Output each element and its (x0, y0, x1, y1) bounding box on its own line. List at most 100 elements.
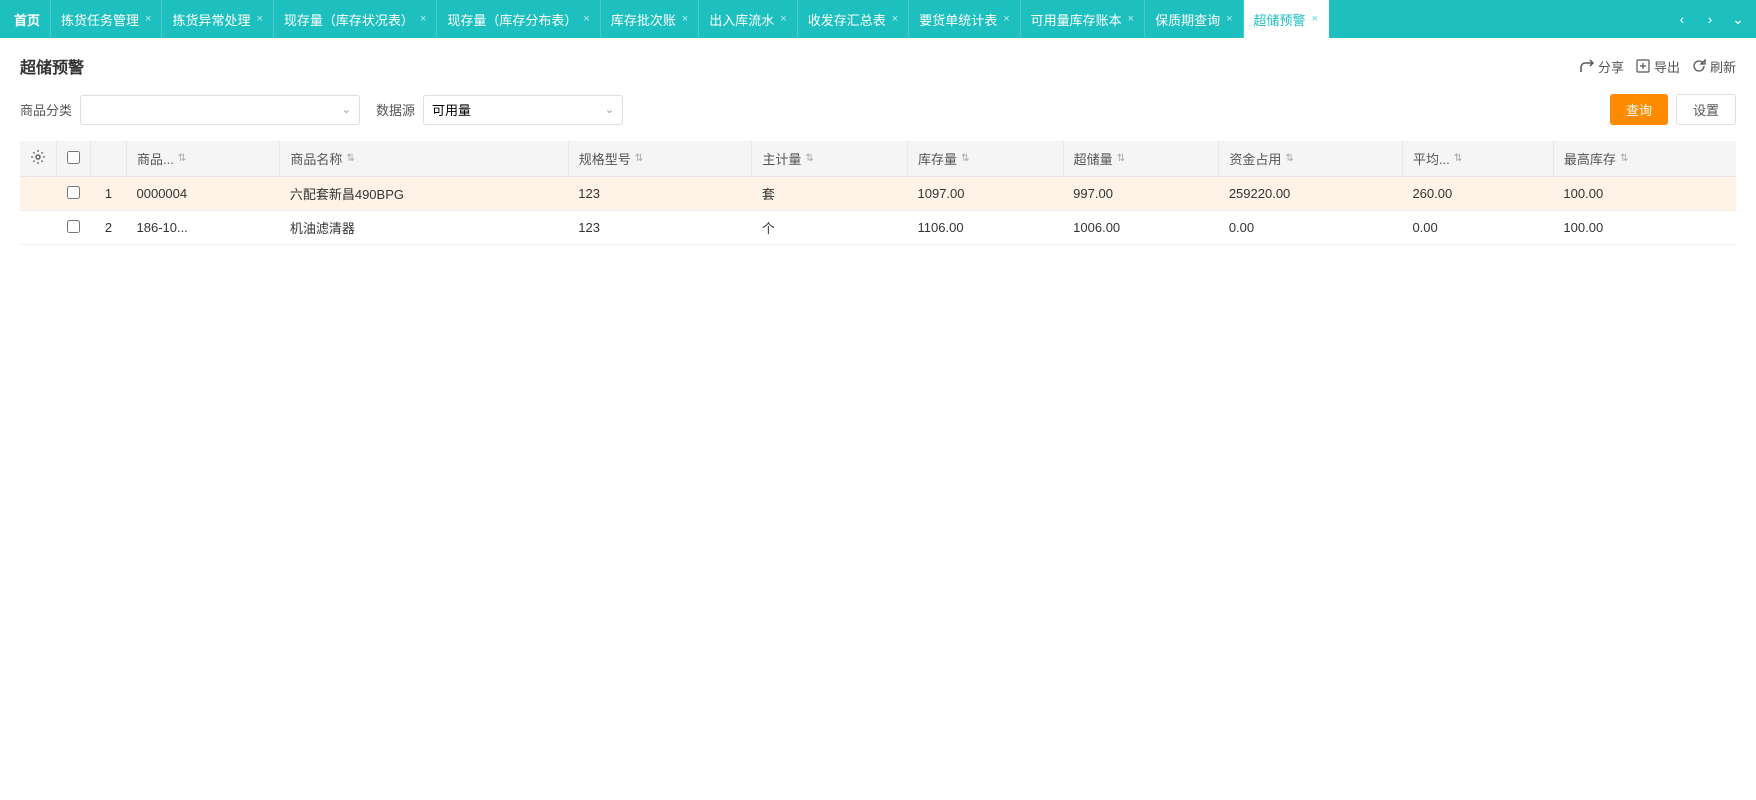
col-capital[interactable]: 资金占用 ⇅ (1219, 141, 1403, 177)
row-product-name: 机油滤清器 (280, 211, 568, 245)
col-spec[interactable]: 规格型号 ⇅ (568, 141, 752, 177)
nav-item-3-label: 现存量（库存状况表） (284, 10, 414, 29)
nav-close-8[interactable]: × (1003, 13, 1009, 25)
nav-close-4[interactable]: × (583, 13, 589, 25)
sort-average-icon: ⇅ (1454, 153, 1462, 164)
header-actions: 分享 导出 刷新 (1580, 57, 1736, 76)
col-checkbox-header[interactable] (57, 141, 91, 177)
col-capital-label: 资金占用 (1229, 149, 1281, 168)
col-product-code-label: 商品... (137, 149, 174, 168)
table-row: 1 0000004 六配套新昌490BPG 123 套 1097.00 997.… (20, 177, 1736, 211)
table-header-row: 商品... ⇅ 商品名称 ⇅ 规格型号 ⇅ (20, 141, 1736, 177)
export-icon (1636, 59, 1650, 73)
nav-close-3[interactable]: × (420, 13, 426, 25)
col-maxstock-label: 最高库存 (1564, 149, 1616, 168)
nav-home[interactable]: 首页 (4, 0, 51, 38)
nav-close-1[interactable]: × (145, 13, 151, 25)
query-button[interactable]: 查询 (1610, 94, 1668, 125)
row-checkbox-cell[interactable] (57, 211, 91, 245)
nav-item-4[interactable]: 现存量（库存分布表） × (437, 0, 600, 38)
row-stock: 1106.00 (908, 211, 1064, 245)
nav-close-7[interactable]: × (892, 13, 898, 25)
nav-item-3[interactable]: 现存量（库存状况表） × (274, 0, 437, 38)
nav-close-9[interactable]: × (1128, 13, 1134, 25)
export-button[interactable]: 导出 (1636, 57, 1680, 76)
sort-maxstock-icon: ⇅ (1620, 153, 1628, 164)
nav-close-5[interactable]: × (682, 13, 688, 25)
row-maxstock: 100.00 (1553, 211, 1736, 245)
top-nav: 首页 拣货任务管理 × 拣货异常处理 × 现存量（库存状况表） × 现存量（库存… (0, 0, 1756, 38)
nav-item-4-label: 现存量（库存分布表） (447, 10, 577, 29)
row-product-name: 六配套新昌490BPG (280, 177, 568, 211)
nav-item-9[interactable]: 可用量库存账本 × (1021, 0, 1145, 38)
settings-button[interactable]: 设置 (1676, 94, 1736, 125)
col-product-code[interactable]: 商品... ⇅ (127, 141, 280, 177)
row-num: 2 (91, 211, 127, 245)
share-button[interactable]: 分享 (1580, 57, 1624, 76)
nav-item-1[interactable]: 拣货任务管理 × (51, 0, 162, 38)
nav-item-6[interactable]: 出入库流水 × (699, 0, 797, 38)
table-body: 1 0000004 六配套新昌490BPG 123 套 1097.00 997.… (20, 177, 1736, 245)
row-product-code: 186-10... (127, 211, 280, 245)
page-header: 超储预警 分享 导出 刷新 (20, 54, 1736, 78)
col-stock[interactable]: 库存量 ⇅ (908, 141, 1064, 177)
table-row: 2 186-10... 机油滤清器 123 个 1106.00 1006.00 … (20, 211, 1736, 245)
row-maxstock: 100.00 (1553, 177, 1736, 211)
filter-group-category: 商品分类 ⌄ (20, 95, 360, 125)
datasource-chevron-icon: ⌄ (605, 103, 614, 116)
nav-next-btn[interactable]: › (1696, 0, 1724, 38)
nav-close-2[interactable]: × (256, 13, 262, 25)
nav-close-10[interactable]: × (1226, 13, 1232, 25)
row-checkbox[interactable] (67, 220, 80, 233)
filter-row: 商品分类 ⌄ 数据源 可用量 ⌄ 查询 设置 (20, 94, 1736, 125)
datasource-select[interactable]: 可用量 ⌄ (423, 95, 623, 125)
nav-item-7-label: 收发存汇总表 (808, 10, 886, 29)
datasource-select-value: 可用量 (432, 100, 471, 119)
nav-close-11[interactable]: × (1312, 13, 1318, 25)
share-icon (1580, 59, 1594, 73)
nav-item-8[interactable]: 要货单统计表 × (909, 0, 1020, 38)
col-unit[interactable]: 主计量 ⇅ (752, 141, 908, 177)
nav-item-5[interactable]: 库存批次账 × (601, 0, 699, 38)
row-settings-cell (20, 211, 57, 245)
nav-prev-btn[interactable]: ‹ (1668, 0, 1696, 38)
col-maxstock[interactable]: 最高库存 ⇅ (1553, 141, 1736, 177)
row-product-code: 0000004 (127, 177, 280, 211)
column-settings-icon (30, 149, 46, 165)
row-checkbox-cell[interactable] (57, 177, 91, 211)
nav-item-active[interactable]: 超储预警 × (1244, 0, 1329, 38)
nav-item-7[interactable]: 收发存汇总表 × (798, 0, 909, 38)
nav-item-8-label: 要货单统计表 (919, 10, 997, 29)
filter-actions: 查询 设置 (1610, 94, 1736, 125)
row-capital: 0.00 (1219, 211, 1403, 245)
row-unit: 个 (752, 211, 908, 245)
col-overstock-label: 超储量 (1074, 149, 1113, 168)
col-stock-label: 库存量 (918, 149, 957, 168)
row-settings-cell (20, 177, 57, 211)
refresh-button[interactable]: 刷新 (1692, 57, 1736, 76)
nav-item-2[interactable]: 拣货异常处理 × (162, 0, 273, 38)
col-product-name[interactable]: 商品名称 ⇅ (280, 141, 568, 177)
sort-overstock-icon: ⇅ (1117, 153, 1125, 164)
category-label: 商品分类 (20, 100, 72, 119)
nav-arrows: ‹ › ⌄ (1668, 0, 1752, 38)
col-settings[interactable] (20, 141, 57, 177)
nav-home-label: 首页 (14, 10, 40, 29)
row-average: 260.00 (1402, 177, 1553, 211)
category-select[interactable]: ⌄ (80, 95, 360, 125)
nav-menu-btn[interactable]: ⌄ (1724, 0, 1752, 38)
sort-spec-icon: ⇅ (635, 153, 643, 164)
select-all-checkbox[interactable] (67, 151, 80, 164)
row-checkbox[interactable] (67, 186, 80, 199)
nav-item-10[interactable]: 保质期查询 × (1145, 0, 1243, 38)
row-spec: 123 (568, 177, 752, 211)
category-chevron-icon: ⌄ (342, 103, 351, 116)
nav-close-6[interactable]: × (780, 13, 786, 25)
row-overstock: 1006.00 (1063, 211, 1219, 245)
nav-item-2-label: 拣货异常处理 (172, 10, 250, 29)
col-overstock[interactable]: 超储量 ⇅ (1063, 141, 1219, 177)
sort-product-name-icon: ⇅ (346, 153, 354, 164)
col-average[interactable]: 平均... ⇅ (1402, 141, 1553, 177)
nav-item-5-label: 库存批次账 (611, 10, 676, 29)
nav-item-10-label: 保质期查询 (1155, 10, 1220, 29)
